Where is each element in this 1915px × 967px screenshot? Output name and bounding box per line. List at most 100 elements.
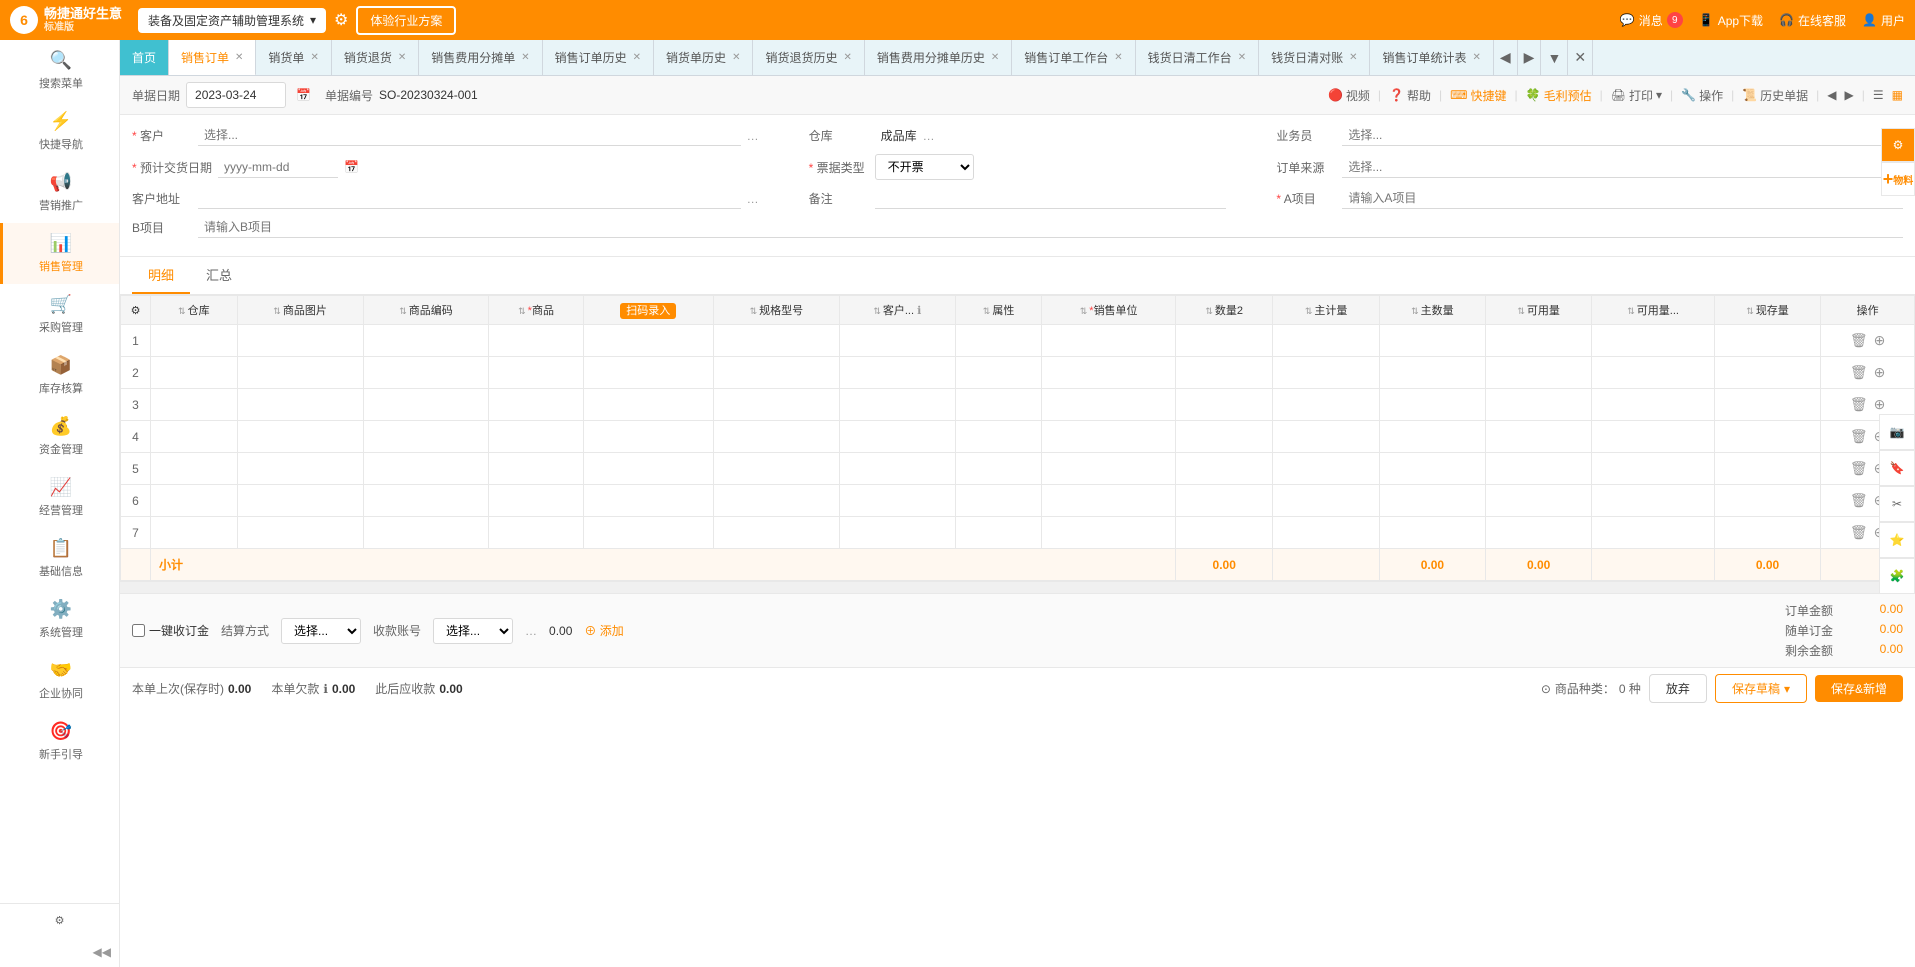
row-5-delete-icon[interactable]: 🗑 xyxy=(1850,460,1868,477)
row-1-sales-unit[interactable] xyxy=(1042,325,1176,357)
tab-home[interactable]: 首页 xyxy=(120,40,169,76)
note-input[interactable] xyxy=(875,188,1227,209)
row-7-qty2[interactable] xyxy=(1175,517,1273,549)
row-2-attribute[interactable] xyxy=(955,357,1042,389)
row-2-sales-unit[interactable] xyxy=(1042,357,1176,389)
online-service-item[interactable]: 🎧 在线客服 xyxy=(1779,12,1846,29)
row-2-copy-icon[interactable]: ⊕ xyxy=(1874,364,1886,381)
system-title-box[interactable]: 装备及固定资产辅助管理系统 ▾ xyxy=(138,8,326,33)
row-7-sales-unit[interactable] xyxy=(1042,517,1176,549)
tab-sales-refund[interactable]: 销货退货 ✕ xyxy=(332,40,419,76)
sidebar-item-sales[interactable]: 📊 销售管理 xyxy=(0,223,119,284)
sidebar-item-enterprise[interactable]: 🤝 企业协同 xyxy=(0,650,119,711)
row-6-spec[interactable] xyxy=(713,485,839,517)
row-7-product[interactable] xyxy=(489,517,583,549)
list-view-btn[interactable]: ☰ xyxy=(1873,88,1884,102)
row-7-attribute[interactable] xyxy=(955,517,1042,549)
row-4-sales-unit[interactable] xyxy=(1042,421,1176,453)
row-6-product-code[interactable] xyxy=(363,485,489,517)
row-3-attribute[interactable] xyxy=(955,389,1042,421)
sidebar-settings[interactable]: ⚙ xyxy=(0,904,119,937)
float-settings-button[interactable]: ⚙ xyxy=(1881,128,1915,162)
customer-input[interactable] xyxy=(198,125,741,146)
row-2-customer-ref[interactable] xyxy=(839,357,955,389)
tab-invoice-history-close[interactable]: ✕ xyxy=(732,52,740,63)
tab-sales-refund-close[interactable]: ✕ xyxy=(398,52,406,63)
solution-button[interactable]: 体验行业方案 xyxy=(356,6,456,35)
row-5-main-qty[interactable] xyxy=(1379,453,1485,485)
row-2-qty2[interactable] xyxy=(1175,357,1273,389)
row-6-qty2[interactable] xyxy=(1175,485,1273,517)
table-view-btn[interactable]: ▦ xyxy=(1892,88,1903,102)
float-btn-2[interactable]: 🔖 xyxy=(1879,450,1915,486)
row-2-delete-icon[interactable]: 🗑 xyxy=(1850,364,1868,381)
row-3-warehouse[interactable] xyxy=(151,389,238,421)
row-6-attribute[interactable] xyxy=(955,485,1042,517)
scan-entry-button[interactable]: 扫码录入 xyxy=(620,303,676,319)
row-3-customer-ref[interactable] xyxy=(839,389,955,421)
staff-input[interactable] xyxy=(1342,125,1885,146)
tab-fee-split[interactable]: 销售费用分摊单 ✕ xyxy=(419,40,542,76)
tab-close-all-button[interactable]: ✕ xyxy=(1568,40,1593,76)
row-1-qty2[interactable] xyxy=(1175,325,1273,357)
row-4-qty2[interactable] xyxy=(1175,421,1273,453)
row-6-product[interactable] xyxy=(489,485,583,517)
row-4-spec[interactable] xyxy=(713,421,839,453)
row-1-attribute[interactable] xyxy=(955,325,1042,357)
table-scroll-bar[interactable] xyxy=(120,581,1915,593)
nav-prev[interactable]: ◀ xyxy=(1827,88,1836,102)
row-1-delete-icon[interactable]: 🗑 xyxy=(1850,332,1868,349)
row-3-sales-unit[interactable] xyxy=(1042,389,1176,421)
row-1-product[interactable] xyxy=(489,325,583,357)
row-7-customer-ref[interactable] xyxy=(839,517,955,549)
tab-invoice-history[interactable]: 销货单历史 ✕ xyxy=(654,40,753,76)
account-dots-icon[interactable]: … xyxy=(525,624,537,638)
add-payment-button[interactable]: ⊕ 添加 xyxy=(584,622,623,639)
sidebar-item-search[interactable]: 🔍 搜索菜单 xyxy=(0,40,119,101)
row-7-product-code[interactable] xyxy=(363,517,489,549)
row-5-attribute[interactable] xyxy=(955,453,1042,485)
tab-receivable-daily-close[interactable]: ✕ xyxy=(1238,52,1246,63)
save-draft-button[interactable]: 保存草稿 ▾ xyxy=(1715,674,1807,703)
sidebar-item-purchase[interactable]: 🛒 采购管理 xyxy=(0,284,119,345)
sidebar-item-base-info[interactable]: 📋 基础信息 xyxy=(0,528,119,589)
row-1-copy-icon[interactable]: ⊕ xyxy=(1874,332,1886,349)
row-3-copy-icon[interactable]: ⊕ xyxy=(1874,396,1886,413)
address-input[interactable] xyxy=(198,188,741,209)
row-5-spec[interactable] xyxy=(713,453,839,485)
row-4-attribute[interactable] xyxy=(955,421,1042,453)
row-3-main-qty[interactable] xyxy=(1379,389,1485,421)
row-2-product-code[interactable] xyxy=(363,357,489,389)
tab-sales-order-close[interactable]: ✕ xyxy=(235,52,243,63)
tab-receivable-balance[interactable]: 钱货日清对账 ✕ xyxy=(1259,40,1370,76)
print-link[interactable]: 🖨 打印 ▾ xyxy=(1611,87,1662,104)
project-b-input[interactable] xyxy=(198,217,1903,238)
save-new-button[interactable]: 保存&新增 xyxy=(1815,675,1903,702)
view-link[interactable]: 🔴 视频 xyxy=(1328,87,1370,104)
row-5-sales-unit[interactable] xyxy=(1042,453,1176,485)
row-2-warehouse[interactable] xyxy=(151,357,238,389)
tab-fee-history[interactable]: 销售费用分摊单历史 ✕ xyxy=(865,40,1012,76)
sidebar-item-guide[interactable]: 🎯 新手引导 xyxy=(0,711,119,772)
tab-sales-stats[interactable]: 销售订单统计表 ✕ xyxy=(1370,40,1493,76)
payment-select[interactable]: 选择... xyxy=(281,618,361,644)
order-source-input[interactable] xyxy=(1342,157,1885,178)
col-settings[interactable]: ⚙ xyxy=(121,296,151,325)
warehouse-dots-icon[interactable]: … xyxy=(923,129,935,143)
row-6-main-qty[interactable] xyxy=(1379,485,1485,517)
tab-sales-return[interactable]: 销货单 ✕ xyxy=(256,40,331,76)
tab-order-workbench-close[interactable]: ✕ xyxy=(1114,52,1122,63)
tab-sales-return-close[interactable]: ✕ xyxy=(310,52,318,63)
shortcut-link[interactable]: ⌨ 快捷键 xyxy=(1450,87,1506,104)
nav-next[interactable]: ▶ xyxy=(1845,88,1854,102)
row-3-product-code[interactable] xyxy=(363,389,489,421)
float-btn-4[interactable]: ⭐ xyxy=(1879,522,1915,558)
row-4-product-code[interactable] xyxy=(363,421,489,453)
tab-receivable-balance-close[interactable]: ✕ xyxy=(1349,52,1357,63)
row-5-customer-ref[interactable] xyxy=(839,453,955,485)
row-1-main-qty[interactable] xyxy=(1379,325,1485,357)
current-debt-info-icon[interactable]: ℹ xyxy=(323,682,328,696)
sub-tab-summary[interactable]: 汇总 xyxy=(190,257,248,294)
row-2-spec[interactable] xyxy=(713,357,839,389)
invoice-type-select[interactable]: 不开票 增值税发票 xyxy=(875,154,974,180)
